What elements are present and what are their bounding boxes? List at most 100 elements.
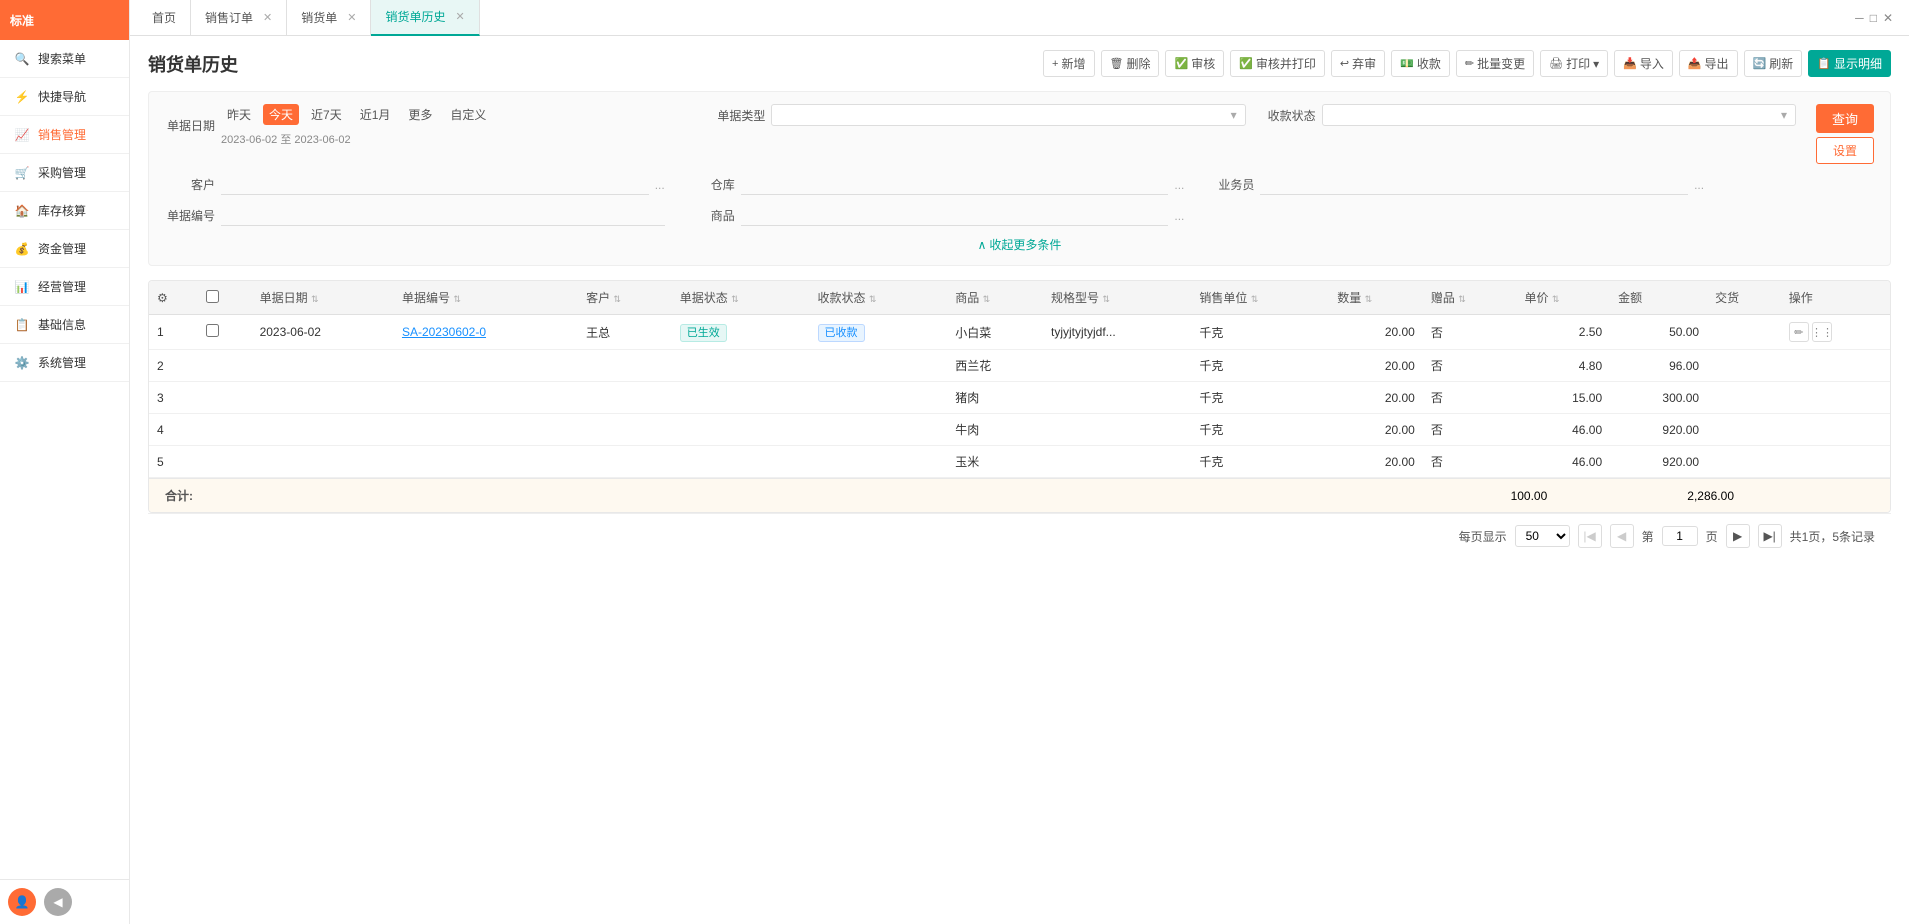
- salesperson-dots-btn[interactable]: ...: [1694, 178, 1704, 192]
- cell-checkbox-4[interactable]: [198, 446, 251, 478]
- cell-price-1: 4.80: [1517, 350, 1611, 382]
- date-tab-7days[interactable]: 近7天: [305, 104, 348, 125]
- cell-checkbox-0[interactable]: [198, 315, 251, 350]
- cell-transaction-0: [1707, 315, 1781, 350]
- sidebar-item-inventory-calc[interactable]: 🏠 库存核算: [0, 192, 129, 230]
- cell-amount-0: 50.00: [1610, 315, 1707, 350]
- col-checkbox[interactable]: [198, 281, 251, 315]
- col-qty[interactable]: 数量 ⇅: [1329, 281, 1423, 315]
- collect-button[interactable]: 💵 收款: [1391, 50, 1450, 77]
- sidebar-item-sales-mgmt[interactable]: 📈 销售管理: [0, 116, 129, 154]
- page-next-btn[interactable]: ▶: [1726, 524, 1750, 548]
- sidebar-item-system-mgmt[interactable]: ⚙️ 系统管理: [0, 344, 129, 382]
- tab-close-sales-order[interactable]: ✕: [263, 11, 272, 24]
- print-button[interactable]: 🖨 打印 ▾: [1540, 50, 1608, 77]
- tab-sales-goods[interactable]: 销货单 ✕: [287, 0, 371, 36]
- sidebar-item-purchase-mgmt[interactable]: 🛒 采购管理: [0, 154, 129, 192]
- col-settings[interactable]: ⚙: [149, 281, 198, 315]
- cell-doc-no-4[interactable]: [394, 446, 578, 478]
- warehouse-dots-btn[interactable]: ...: [1174, 178, 1184, 192]
- page-number-input[interactable]: [1662, 526, 1698, 546]
- import-button[interactable]: 📥 导入: [1614, 50, 1673, 77]
- cell-doc-no-2[interactable]: [394, 382, 578, 414]
- col-customer[interactable]: 客户 ⇅: [578, 281, 672, 315]
- date-tab-1month[interactable]: 近1月: [354, 104, 397, 125]
- sidebar-user-btn[interactable]: 👤: [8, 888, 36, 916]
- select-all-checkbox[interactable]: [206, 290, 219, 303]
- cell-transaction-2: [1707, 382, 1781, 414]
- page-prev-btn[interactable]: ◀: [1610, 524, 1634, 548]
- filter-doc-type-select[interactable]: ▾: [771, 104, 1245, 126]
- filter-warehouse-input[interactable]: [741, 174, 1169, 195]
- date-tab-custom[interactable]: 自定义: [444, 104, 492, 125]
- date-tab-yesterday[interactable]: 昨天: [221, 104, 257, 125]
- edit-btn[interactable]: ✏: [1789, 322, 1809, 342]
- page-last-btn[interactable]: ▶|: [1758, 524, 1782, 548]
- filter-doc-no-input[interactable]: [221, 205, 665, 226]
- sidebar-item-basic-info[interactable]: 📋 基础信息: [0, 306, 129, 344]
- goods-dots-btn[interactable]: ...: [1174, 209, 1184, 223]
- cell-qty-0: 20.00: [1329, 315, 1423, 350]
- col-collect-status[interactable]: 收款状态 ⇅: [810, 281, 948, 315]
- cell-checkbox-2[interactable]: [198, 382, 251, 414]
- add-button[interactable]: + 新增: [1043, 50, 1094, 77]
- filter-goods-input[interactable]: [741, 205, 1169, 226]
- col-doc-status[interactable]: 单据状态 ⇅: [672, 281, 810, 315]
- col-price[interactable]: 单价 ⇅: [1517, 281, 1611, 315]
- more-btn[interactable]: ⋮⋮: [1812, 322, 1832, 342]
- sidebar-collapse-btn[interactable]: ◀: [44, 888, 72, 916]
- sidebar-item-search-menu[interactable]: 🔍 搜索菜单: [0, 40, 129, 78]
- page-size-select[interactable]: 50 10 20 100: [1515, 525, 1570, 547]
- review-print-button[interactable]: ✅ 审核并打印: [1230, 50, 1325, 77]
- close-btn[interactable]: ✕: [1883, 11, 1893, 25]
- col-unit[interactable]: 销售单位 ⇅: [1191, 281, 1329, 315]
- tab-sales-order[interactable]: 销售订单 ✕: [191, 0, 287, 36]
- delete-button[interactable]: 🗑 删除: [1101, 50, 1160, 77]
- cell-checkbox-3[interactable]: [198, 414, 251, 446]
- review-icon: ✅: [1174, 57, 1188, 70]
- total-qty: 100.00: [213, 489, 1667, 503]
- collapse-button[interactable]: ∧ 收起更多条件: [978, 236, 1062, 253]
- cell-doc-no-1[interactable]: [394, 350, 578, 382]
- tab-close-sales-goods[interactable]: ✕: [347, 11, 356, 24]
- tab-home[interactable]: 首页: [138, 0, 191, 36]
- minimize-btn[interactable]: ─: [1855, 11, 1864, 25]
- discard-button[interactable]: ↩ 弃审: [1331, 50, 1385, 77]
- operations-icon: 📊: [14, 279, 30, 295]
- col-spec[interactable]: 规格型号 ⇅: [1043, 281, 1191, 315]
- col-doc-no[interactable]: 单据编号 ⇅: [394, 281, 578, 315]
- page-first-btn[interactable]: |◀: [1578, 524, 1602, 548]
- query-button[interactable]: 查询: [1816, 104, 1874, 133]
- doc-no-link[interactable]: SA-20230602-0: [402, 325, 486, 339]
- tab-close-sales-history[interactable]: ✕: [456, 10, 465, 23]
- col-operation: 操作: [1781, 281, 1890, 315]
- tab-sales-history[interactable]: 销货单历史 ✕: [371, 0, 479, 36]
- filter-collect-status-field: 收款状态 ▾: [1266, 104, 1796, 126]
- refresh-button[interactable]: 🔄 刷新: [1744, 50, 1803, 77]
- customer-dots-btn[interactable]: ...: [655, 178, 665, 192]
- filter-customer-input[interactable]: [221, 174, 649, 195]
- page-header: 销货单历史 + 新增 🗑 删除 ✅ 审核 ✅: [148, 50, 1891, 77]
- col-doc-date[interactable]: 单据日期 ⇅: [252, 281, 394, 315]
- sidebar-item-operations-mgmt[interactable]: 📊 经营管理: [0, 268, 129, 306]
- col-gift[interactable]: 赠品 ⇅: [1423, 281, 1517, 315]
- show-detail-button[interactable]: 📋 显示明细: [1808, 50, 1891, 77]
- cell-doc-date-2: [252, 382, 394, 414]
- cell-checkbox-1[interactable]: [198, 350, 251, 382]
- maximize-btn[interactable]: □: [1870, 11, 1877, 25]
- batch-change-button[interactable]: ✏ 批量变更: [1456, 50, 1534, 77]
- cell-doc-no-0[interactable]: SA-20230602-0: [394, 315, 578, 350]
- system-icon: ⚙️: [14, 355, 30, 371]
- settings-button[interactable]: 设置: [1816, 137, 1874, 164]
- sidebar-item-quick-nav[interactable]: ⚡ 快捷导航: [0, 78, 129, 116]
- export-button[interactable]: 📤 导出: [1679, 50, 1738, 77]
- filter-salesperson-input[interactable]: [1260, 174, 1688, 195]
- col-transaction-label: 交货: [1715, 291, 1739, 305]
- col-goods[interactable]: 商品 ⇅: [947, 281, 1043, 315]
- cell-doc-no-3[interactable]: [394, 414, 578, 446]
- date-tab-today[interactable]: 今天: [263, 104, 299, 125]
- sidebar-item-finance-mgmt[interactable]: 💰 资金管理: [0, 230, 129, 268]
- review-button[interactable]: ✅ 审核: [1165, 50, 1224, 77]
- date-tab-more[interactable]: 更多: [402, 104, 438, 125]
- filter-collect-status-select[interactable]: ▾: [1322, 104, 1796, 126]
